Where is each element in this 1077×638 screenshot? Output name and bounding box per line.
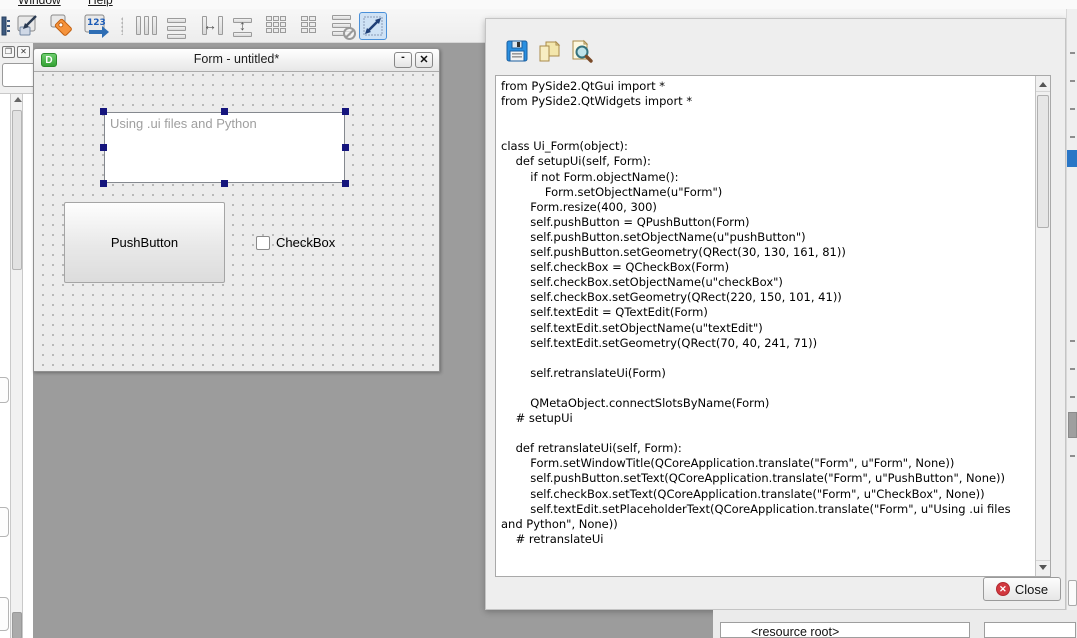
selection-handle[interactable] (100, 144, 107, 151)
widget-filter-input[interactable] (2, 63, 33, 87)
widget-box-scrollbar[interactable] (10, 94, 23, 638)
form-minimize-button[interactable]: - (394, 52, 412, 68)
code-scrollbar[interactable] (1035, 76, 1050, 576)
layout-horizontal-splitter-icon[interactable]: ↔ (196, 12, 224, 40)
form-close-button[interactable]: ✕ (415, 52, 433, 68)
checkbox-box[interactable] (256, 236, 270, 250)
layout-form-icon[interactable] (295, 12, 323, 40)
copy-icon[interactable] (537, 39, 561, 63)
edit-signals-slots-icon[interactable] (14, 12, 42, 40)
scroll-up-button[interactable] (1036, 76, 1050, 92)
save-icon[interactable] (505, 39, 529, 63)
checkbox-label: CheckBox (276, 235, 335, 250)
right-dock-box (1068, 580, 1077, 606)
code-view[interactable]: from PySide2.QtGui import * from PySide2… (495, 75, 1051, 577)
widget-category-stub[interactable] (0, 597, 9, 631)
code-text: from PySide2.QtGui import * from PySide2… (501, 79, 1011, 547)
right-dock-sliver (1066, 9, 1077, 638)
code-dialog-toolbar (486, 19, 1065, 71)
edit-buddies-icon[interactable] (48, 12, 76, 40)
resource-tree[interactable]: <resource root> (720, 622, 970, 638)
selection-handle[interactable] (221, 108, 228, 115)
resource-browser-dock: <resource root> (713, 610, 1077, 638)
widget-box-dock: ❐ ✕ (0, 43, 33, 638)
form-canvas[interactable]: Using .ui files and Python PushButton Ch… (34, 72, 439, 371)
break-layout-icon[interactable] (328, 12, 356, 40)
edit-widgets-icon[interactable] (0, 12, 11, 40)
right-dock-block (1068, 412, 1077, 438)
widget-category-stub[interactable] (0, 377, 9, 403)
textedit-placeholder: Using .ui files and Python (110, 116, 257, 131)
selection-handle[interactable] (342, 144, 349, 151)
widget-category-stub[interactable] (0, 507, 9, 537)
form-editor-window: D Form - untitled* - ✕ Using .ui files a… (33, 48, 440, 372)
right-dock-selection (1067, 150, 1077, 167)
selection-handle[interactable] (100, 108, 107, 115)
form-window-titlebar[interactable]: D Form - untitled* - ✕ (34, 49, 439, 72)
layout-vertical-splitter-icon[interactable]: ↕ (229, 12, 257, 40)
menubar: Window Help (0, 0, 1077, 9)
find-icon[interactable] (569, 39, 593, 63)
selection-handle[interactable] (342, 180, 349, 187)
menu-help[interactable]: Help (88, 0, 113, 7)
adjust-size-icon[interactable] (359, 12, 387, 40)
selection-handle[interactable] (100, 180, 107, 187)
toolbar-separator (121, 17, 123, 35)
textedit-widget[interactable]: Using .ui files and Python (104, 112, 345, 183)
scroll-down-button[interactable] (1036, 560, 1050, 576)
selection-handle[interactable] (342, 108, 349, 115)
svg-text:123: 123 (87, 18, 106, 28)
view-code-dialog: from PySide2.QtGui import * from PySide2… (485, 18, 1066, 610)
pushbutton-widget[interactable]: PushButton (64, 202, 225, 283)
resource-root-label[interactable]: <resource root> (751, 625, 839, 638)
menu-window[interactable]: Window (18, 0, 61, 7)
resource-side-panel[interactable] (984, 622, 1076, 638)
layout-grid-icon[interactable] (262, 12, 290, 40)
widget-box-list (0, 93, 33, 638)
form-window-title: Form - untitled* (34, 52, 439, 66)
dock-float-button[interactable]: ❐ (2, 46, 15, 58)
scroll-thumb[interactable] (1037, 95, 1049, 228)
close-button[interactable]: ✕ Close (983, 577, 1061, 601)
qt-designer-window: Window Help (0, 0, 1077, 638)
selection-handle[interactable] (221, 180, 228, 187)
edit-tab-order-icon[interactable]: 123 (82, 12, 110, 40)
close-icon: ✕ (996, 582, 1010, 596)
close-button-label: Close (1015, 582, 1048, 597)
checkbox-widget[interactable]: CheckBox (254, 222, 355, 263)
layout-vertical-icon[interactable] (163, 12, 191, 40)
layout-horizontal-icon[interactable] (130, 12, 158, 40)
dock-close-button[interactable]: ✕ (17, 46, 30, 58)
